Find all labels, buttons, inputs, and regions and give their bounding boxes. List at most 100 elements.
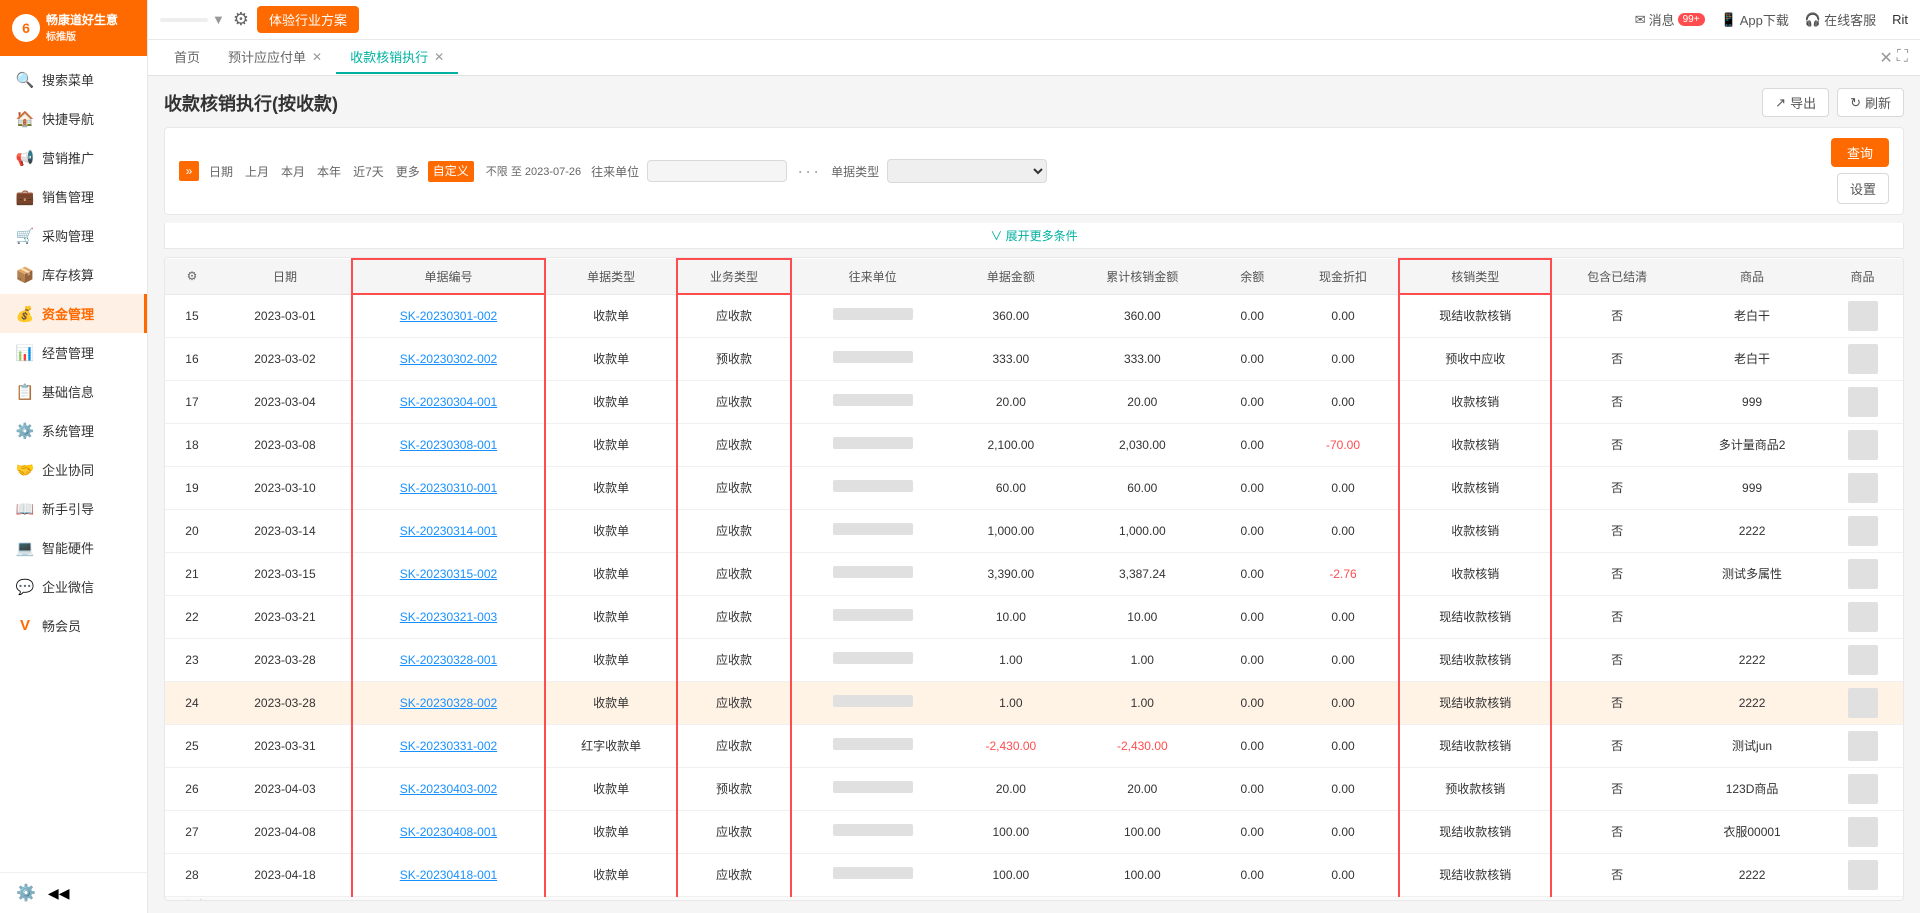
- sidebar-item-inventory[interactable]: 📦 库存核算: [0, 255, 147, 294]
- cell-product2: [1822, 595, 1903, 638]
- table-row[interactable]: 19 2023-03-10 SK-20230310-001 收款单 应收款 60…: [165, 466, 1903, 509]
- refresh-btn[interactable]: ↻ 刷新: [1837, 88, 1904, 117]
- more-conditions-btn[interactable]: ···: [797, 161, 821, 182]
- order-link[interactable]: SK-20230314-001: [400, 524, 497, 538]
- query-btn[interactable]: 查询: [1831, 138, 1889, 167]
- tab-prepay[interactable]: 预计应应付单 ✕: [214, 41, 336, 74]
- cell-verify-type: 收款核销: [1399, 552, 1551, 595]
- voucher-type-select[interactable]: [887, 159, 1047, 183]
- sidebar-item-hardware[interactable]: 💻 智能硬件: [0, 528, 147, 567]
- order-link[interactable]: SK-20230301-002: [400, 309, 497, 323]
- sidebar-item-finance[interactable]: 💰 资金管理: [0, 294, 147, 333]
- col-settings[interactable]: ⚙: [165, 259, 219, 294]
- sidebar-item-marketing[interactable]: 📢 营销推广: [0, 138, 147, 177]
- table-row[interactable]: 26 2023-04-03 SK-20230403-002 收款单 预收款 20…: [165, 767, 1903, 810]
- order-link[interactable]: SK-20230408-001: [400, 825, 497, 839]
- party-input[interactable]: [647, 160, 787, 182]
- sidebar-item-system[interactable]: ⚙️ 系统管理: [0, 411, 147, 450]
- table-row[interactable]: 22 2023-03-21 SK-20230321-003 收款单 应收款 10…: [165, 595, 1903, 638]
- order-link[interactable]: SK-20230418-001: [400, 868, 497, 882]
- dropdown-icon[interactable]: ▼: [212, 12, 225, 27]
- sidebar-item-guide[interactable]: 📖 新手引导: [0, 489, 147, 528]
- table-row[interactable]: 17 2023-03-04 SK-20230304-001 收款单 应收款 20…: [165, 380, 1903, 423]
- industry-btn[interactable]: 体验行业方案: [257, 6, 359, 33]
- table-row[interactable]: 18 2023-03-08 SK-20230308-001 收款单 应收款 2,…: [165, 423, 1903, 466]
- cell-date: 2023-03-14: [219, 509, 352, 552]
- sidebar-item-wechat[interactable]: 💬 企业微信: [0, 567, 147, 606]
- tab-prepay-close[interactable]: ✕: [312, 50, 322, 64]
- cell-cash-discount: 0.00: [1288, 810, 1400, 853]
- cell-amount: -2,430.00: [954, 724, 1068, 767]
- phone-icon: 📱: [1721, 12, 1737, 28]
- data-table-wrapper: ⚙ 日期 单据编号 单据类型 业务类型 往来单位 单据金额 累计核销金额 余额 …: [164, 257, 1904, 901]
- settings-bottom-icon[interactable]: ⚙️: [16, 883, 36, 903]
- order-link[interactable]: SK-20230302-002: [400, 352, 497, 366]
- cell-cash-discount: 0.00: [1288, 681, 1400, 724]
- cell-balance: 0.00: [1217, 724, 1288, 767]
- app-download-entry[interactable]: 📱 App下载: [1721, 10, 1789, 29]
- sidebar-item-search[interactable]: 🔍 搜索菜单: [0, 60, 147, 99]
- table-row[interactable]: 25 2023-03-31 SK-20230331-002 红字收款单 应收款 …: [165, 724, 1903, 767]
- tab-home[interactable]: 首页: [160, 41, 214, 74]
- table-row[interactable]: 24 2023-03-28 SK-20230328-002 收款单 应收款 1.…: [165, 681, 1903, 724]
- date-this-year[interactable]: 本年: [313, 161, 345, 182]
- topbar-settings-icon[interactable]: ⚙: [233, 9, 249, 30]
- filter-toggle-btn[interactable]: »: [179, 161, 199, 181]
- cell-balance: 0.00: [1217, 509, 1288, 552]
- collapse-icon[interactable]: ◀◀: [48, 885, 70, 902]
- sidebar-item-label: 营销推广: [42, 148, 94, 167]
- cell-num: 18: [165, 423, 219, 466]
- date-more[interactable]: 更多: [392, 161, 424, 182]
- online-service-entry[interactable]: 🎧 在线客服: [1805, 10, 1876, 29]
- order-link[interactable]: SK-20230308-001: [400, 438, 497, 452]
- sidebar-item-purchase[interactable]: 🛒 采购管理: [0, 216, 147, 255]
- order-link[interactable]: SK-20230328-002: [400, 696, 497, 710]
- close-tab-icon[interactable]: ✕: [1879, 48, 1892, 68]
- sidebar-item-member[interactable]: V 畅会员: [0, 606, 147, 645]
- search-icon: 🔍: [16, 71, 34, 89]
- sidebar-item-basics[interactable]: 📋 基础信息: [0, 372, 147, 411]
- cell-balance: 0.00: [1217, 294, 1288, 337]
- table-row[interactable]: 20 2023-03-14 SK-20230314-001 收款单 应收款 1,…: [165, 509, 1903, 552]
- table-row[interactable]: 21 2023-03-15 SK-20230315-002 收款单 应收款 3,…: [165, 552, 1903, 595]
- cell-order-no: SK-20230302-002: [352, 337, 545, 380]
- expand-more-row[interactable]: ∨ 展开更多条件: [164, 223, 1904, 249]
- table-row[interactable]: 16 2023-03-02 SK-20230302-002 收款单 预收款 33…: [165, 337, 1903, 380]
- table-row[interactable]: 27 2023-04-08 SK-20230408-001 收款单 应收款 10…: [165, 810, 1903, 853]
- order-link[interactable]: SK-20230310-001: [400, 481, 497, 495]
- sidebar-item-sales[interactable]: 💼 销售管理: [0, 177, 147, 216]
- order-link[interactable]: SK-20230321-003: [400, 610, 497, 624]
- order-link[interactable]: SK-20230304-001: [400, 395, 497, 409]
- sidebar-item-operations[interactable]: 📊 经营管理: [0, 333, 147, 372]
- filter-settings-btn[interactable]: 设置: [1837, 173, 1889, 204]
- sidebar-item-quicknav[interactable]: 🏠 快捷导航: [0, 99, 147, 138]
- cell-amount: 20.00: [954, 767, 1068, 810]
- party-label: 往来单位: [591, 163, 639, 180]
- order-link[interactable]: SK-20230328-001: [400, 653, 497, 667]
- order-link[interactable]: SK-20230331-002: [400, 739, 497, 753]
- cell-product1: 2222: [1682, 681, 1822, 724]
- sidebar-item-label: 基础信息: [42, 382, 94, 401]
- table-row[interactable]: 23 2023-03-28 SK-20230328-001 收款单 应收款 1.…: [165, 638, 1903, 681]
- date-last-month[interactable]: 上月: [241, 161, 273, 182]
- tab-collection[interactable]: 收款核销执行 ✕: [336, 41, 458, 74]
- cell-num: 15: [165, 294, 219, 337]
- table-row[interactable]: 28 2023-04-18 SK-20230418-001 收款单 应收款 10…: [165, 853, 1903, 896]
- order-link[interactable]: SK-20230315-002: [400, 567, 497, 581]
- cell-product1: 123D商品: [1682, 767, 1822, 810]
- date-7-days[interactable]: 近7天: [349, 161, 388, 182]
- order-link[interactable]: SK-20230403-002: [400, 782, 497, 796]
- cell-voucher-type: 收款单: [545, 810, 678, 853]
- table-row[interactable]: 15 2023-03-01 SK-20230301-002 收款单 应收款 36…: [165, 294, 1903, 337]
- date-this-month[interactable]: 本月: [277, 161, 309, 182]
- expand-tab-icon[interactable]: ⛶: [1897, 48, 1908, 68]
- cell-amount: 100.00: [954, 853, 1068, 896]
- message-entry[interactable]: ✉ 消息 99+: [1635, 10, 1705, 29]
- export-btn[interactable]: ↗ 导出: [1762, 88, 1829, 117]
- tab-collection-label: 收款核销执行: [350, 47, 428, 66]
- tab-collection-close[interactable]: ✕: [434, 50, 444, 64]
- sidebar-item-label: 新手引导: [42, 499, 94, 518]
- sidebar-item-collab[interactable]: 🤝 企业协同: [0, 450, 147, 489]
- expand-icon: ∨: [990, 229, 1002, 243]
- date-custom-badge[interactable]: 自定义: [428, 161, 474, 182]
